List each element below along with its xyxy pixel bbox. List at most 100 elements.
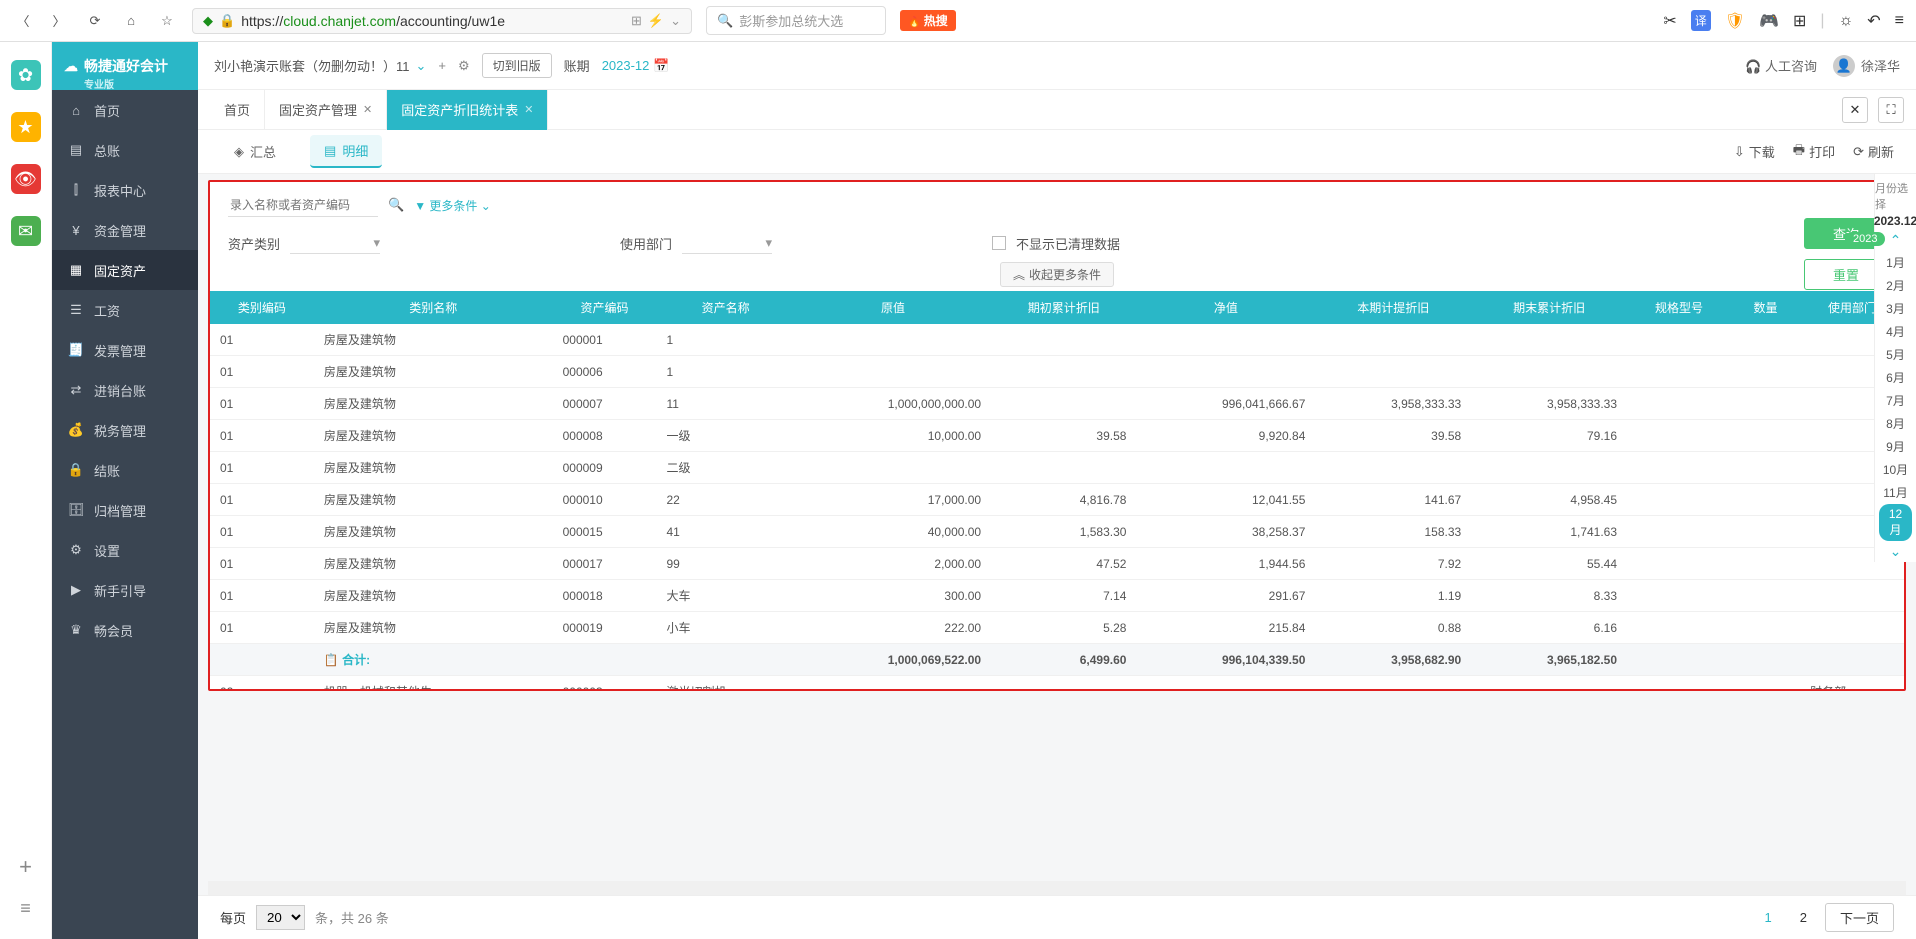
collapse-conditions-button[interactable]: ︽ 收起更多条件 — [1000, 262, 1114, 287]
sidebar-item-11[interactable]: ⚙设置 — [52, 530, 198, 570]
table-row[interactable]: 01房屋及建筑物0000061 — [210, 356, 1904, 388]
period-value[interactable]: 2023-12 📅 — [602, 58, 670, 74]
forward-icon[interactable]: 〉 — [48, 10, 70, 32]
sidebar-item-10[interactable]: 🗄归档管理 — [52, 490, 198, 530]
menu-icon[interactable]: ≡ — [1895, 12, 1904, 30]
month-option[interactable]: 2月 — [1875, 274, 1916, 297]
browser-search[interactable]: 🔍 彭斯参加总统大选 — [706, 6, 886, 35]
per-page-select[interactable]: 20 — [256, 905, 305, 930]
game-icon[interactable]: 🎮 — [1759, 11, 1779, 31]
tab-2[interactable]: 固定资产折旧统计表✕ — [387, 90, 548, 130]
theme-icon[interactable]: ☼ — [1839, 12, 1854, 30]
tab-1[interactable]: 固定资产管理 ✕ — [265, 90, 387, 130]
sidebar-item-2[interactable]: ⫿报表中心 — [52, 170, 198, 210]
close-icon[interactable]: ✕ — [363, 103, 372, 116]
app-icon-1[interactable]: ✿ — [11, 60, 41, 90]
table-row[interactable]: 02机器、机械和其他生...000003激光切割机财务部 — [210, 676, 1904, 690]
hide-cleaned-checkbox[interactable]: 不显示已清理数据 — [992, 234, 1120, 253]
cell — [1800, 580, 1904, 612]
home-icon[interactable]: ⌂ — [120, 10, 142, 32]
month-option[interactable]: 11月 — [1875, 481, 1916, 504]
table-row[interactable]: 01房屋及建筑物000017992,000.0047.521,944.567.9… — [210, 548, 1904, 580]
sidebar-item-3[interactable]: ¥资金管理 — [52, 210, 198, 250]
app-icon-weibo[interactable]: 👁 — [11, 164, 41, 194]
table-row[interactable]: 01房屋及建筑物0000011 — [210, 324, 1904, 356]
add-icon[interactable]: + — [19, 854, 32, 880]
scissors-icon[interactable]: ✂ — [1663, 11, 1676, 31]
sidebar-item-4[interactable]: ▦固定资产 — [52, 250, 198, 290]
apps-icon[interactable]: ⊞ — [1793, 11, 1806, 31]
sidebar-item-12[interactable]: ▶新手引导 — [52, 570, 198, 610]
horizontal-scrollbar[interactable] — [208, 881, 1906, 895]
app-icon-2[interactable]: ★ — [11, 112, 41, 142]
close-icon[interactable]: ✕ — [524, 103, 533, 116]
favorite-icon[interactable]: ☆ — [156, 10, 178, 32]
month-option[interactable]: 6月 — [1875, 366, 1916, 389]
switch-version-button[interactable]: 切到旧版 — [482, 53, 552, 78]
cell: 222.00 — [795, 612, 991, 644]
month-option[interactable]: 3月 — [1875, 297, 1916, 320]
month-option[interactable]: 4月 — [1875, 320, 1916, 343]
detail-tab[interactable]: ▤ 明细 — [310, 135, 382, 168]
search-icon[interactable]: 🔍 — [388, 197, 404, 213]
sidebar-item-9[interactable]: 🔒结账 — [52, 450, 198, 490]
next-page-button[interactable]: 下一页 — [1825, 903, 1894, 932]
month-option[interactable]: 7月 — [1875, 389, 1916, 412]
reload-icon[interactable]: ⟳ — [84, 10, 106, 32]
page-1[interactable]: 1 — [1755, 906, 1782, 929]
sidebar-item-8[interactable]: 💰税务管理 — [52, 410, 198, 450]
year-up-icon[interactable]: ⌃ — [1888, 230, 1904, 251]
restore-icon[interactable]: ↶ — [1867, 11, 1880, 31]
asset-category-filter[interactable]: 资产类别▾ — [228, 232, 380, 254]
table-row[interactable]: 01房屋及建筑物0000102217,000.004,816.7812,041.… — [210, 484, 1904, 516]
month-option[interactable]: 5月 — [1875, 343, 1916, 366]
year-down-icon[interactable]: ⌄ — [1888, 541, 1904, 562]
table-row[interactable]: 01房屋及建筑物000008一级10,000.0039.589,920.8439… — [210, 420, 1904, 452]
month-option[interactable]: 9月 — [1875, 435, 1916, 458]
hot-badge[interactable]: 🔥 热搜 — [900, 10, 956, 31]
month-option[interactable]: 12月 — [1879, 504, 1912, 541]
download-button[interactable]: ⇩ 下载 — [1734, 141, 1775, 163]
table-row[interactable]: 01房屋及建筑物0000154140,000.001,583.3038,258.… — [210, 516, 1904, 548]
translate-icon[interactable]: 译 — [1691, 10, 1711, 31]
tab-0[interactable]: 首页 — [210, 90, 265, 130]
table-row[interactable]: 01房屋及建筑物000019小车222.005.28215.840.886.16 — [210, 612, 1904, 644]
more-conditions-link[interactable]: ▼ 更多条件 ⌄ — [414, 197, 491, 214]
user-menu[interactable]: 👤 徐泽华 — [1833, 55, 1900, 77]
back-icon[interactable]: 〈 — [12, 10, 34, 32]
tab-label: 固定资产管理 — [279, 100, 357, 119]
search-input[interactable] — [228, 194, 378, 217]
flash-icon[interactable]: ⚡ — [648, 13, 664, 29]
sidebar-item-6[interactable]: 🧾发票管理 — [52, 330, 198, 370]
fullscreen-button[interactable]: ⛶ — [1878, 97, 1904, 123]
table-row[interactable]: 01房屋及建筑物000009二级 — [210, 452, 1904, 484]
url-bar[interactable]: ◆ 🔒 https://cloud.chanjet.com/accounting… — [192, 8, 692, 34]
sidebar-item-0[interactable]: ⌂首页 — [52, 90, 198, 130]
print-button[interactable]: 🖶 打印 — [1793, 141, 1835, 163]
refresh-button[interactable]: ⟳ 刷新 — [1853, 141, 1894, 163]
consult-link[interactable]: 🎧 人工咨询 — [1745, 56, 1817, 75]
close-all-tabs-button[interactable]: ✕ — [1842, 97, 1868, 123]
chevron-down-icon[interactable]: ⌄ — [670, 13, 681, 29]
sidebar-item-13[interactable]: ♛畅会员 — [52, 610, 198, 650]
month-option[interactable]: 10月 — [1875, 458, 1916, 481]
wallet-icon[interactable]: 🛡 — [1725, 11, 1745, 31]
sidebar-item-5[interactable]: ☰工资 — [52, 290, 198, 330]
department-filter[interactable]: 使用部门▾ — [620, 232, 772, 254]
app-icon-mail[interactable]: ✉ — [11, 216, 41, 246]
page-2[interactable]: 2 — [1790, 906, 1817, 929]
summary-tab[interactable]: ◈ 汇总 — [220, 136, 290, 167]
table-row[interactable]: 01房屋及建筑物000007111,000,000,000.00996,041,… — [210, 388, 1904, 420]
gear-icon[interactable]: ⚙ — [458, 58, 470, 74]
account-selector[interactable]: 刘小艳演示账套（勿删勿动！）11 ⌄ — [214, 56, 426, 75]
month-option[interactable]: 8月 — [1875, 412, 1916, 435]
plus-icon[interactable]: + — [438, 58, 446, 73]
cell — [1627, 452, 1731, 484]
list-icon[interactable]: ≡ — [20, 898, 31, 919]
sidebar-item-7[interactable]: ⇄进销台账 — [52, 370, 198, 410]
month-option[interactable]: 1月 — [1875, 251, 1916, 274]
qr-icon[interactable]: ⊞ — [631, 13, 642, 29]
sidebar-item-1[interactable]: ▤总账 — [52, 130, 198, 170]
table-row[interactable]: 01房屋及建筑物000018大车300.007.14291.671.198.33 — [210, 580, 1904, 612]
cell — [1731, 612, 1800, 644]
